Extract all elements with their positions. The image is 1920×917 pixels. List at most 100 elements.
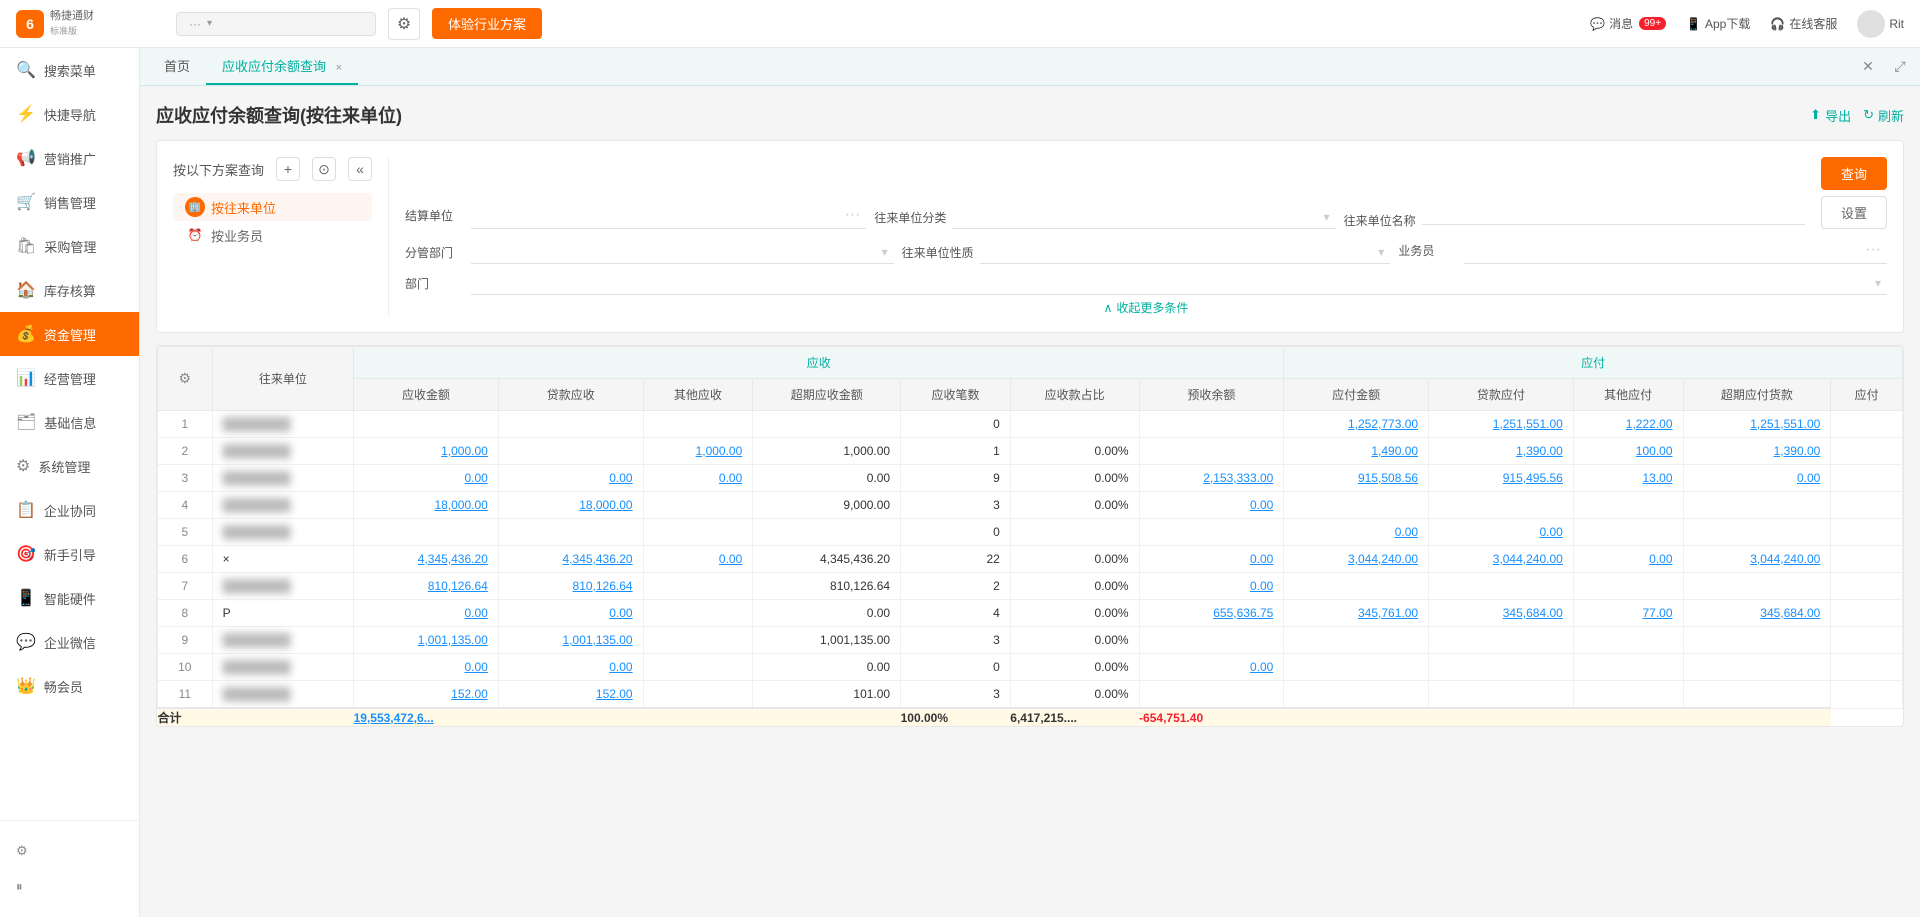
tab-current[interactable]: 应收应付余额查询 × [206,48,358,85]
logo-area: 6 畅捷通财 标准版 [16,10,156,38]
filter-label-partner-cat: 往来单位分类 [874,209,946,226]
footer-ar-total[interactable]: 19,553,472,6... [354,708,499,726]
export-icon: ⬆ [1810,107,1821,123]
row-partner: ████████ [212,438,353,465]
th-settings[interactable]: ⚙ [158,347,213,411]
partner-name-input[interactable] [1422,216,1805,225]
collapse-button[interactable]: ∧ 收起更多条件 [405,299,1887,316]
sidebar-bottom-settings[interactable]: ⚙ [0,833,139,869]
breadcrumb-text: ··· [189,17,201,31]
add-scheme-btn[interactable]: + [276,157,300,181]
sidebar-label-inventory: 库存核算 [44,281,96,300]
avatar [1857,10,1885,38]
query-button[interactable]: 查询 [1821,157,1887,190]
scheme-partner[interactable]: 🏢 按往来单位 [173,193,372,221]
scheme-salesperson-icon: ⏰ [185,225,205,245]
sidebar-item-system[interactable]: ⚙系统管理 [0,444,139,488]
refresh-button[interactable]: ↻ 刷新 [1863,106,1904,125]
th-ar-overdue: 超期应收金额 [753,379,901,411]
sidebar-icon-wechat: 💬 [16,632,36,652]
scheme-partner-label: 按往来单位 [211,198,276,217]
data-table: ⚙ 往来单位 应收 应付 应收金额 贷款应收 其他应收 超期应收金额 应收笔数 … [157,346,1903,726]
sidebar-bottom-pause[interactable]: ⏸ [0,869,139,905]
sidebar-item-hardware[interactable]: 📱智能硬件 [0,576,139,620]
settlement-unit-input[interactable]: ··· [471,202,866,229]
row-idx: 8 [158,600,213,627]
sidebar-label-wechat: 企业微信 [44,633,96,652]
sidebar-item-basic[interactable]: 🗂基础信息 [0,400,139,444]
sidebar-label-guide: 新手引导 [44,545,96,564]
row-partner: ████████ [212,519,353,546]
tab-bar: 首页 应收应付余额查询 × ✕ ⤢ [140,48,1920,86]
trial-button[interactable]: 体验行业方案 [432,8,542,39]
sidebar-item-wechat[interactable]: 💬 企业微信 [0,620,139,664]
footer-ap-overdue [1573,708,1683,726]
filter-area: 按以下方案查询 + ⊙ « 🏢 按往来单位 ⏰ 按业务员 [156,140,1904,333]
tab-close-window[interactable]: ✕ [1856,55,1880,79]
message-icon: 💬 [1590,17,1605,31]
collapse-scheme-btn[interactable]: « [348,157,372,181]
user-area[interactable]: Rit [1857,10,1904,38]
breadcrumb-area[interactable]: ··· ▾ [176,12,376,36]
scheme-salesperson[interactable]: ⏰ 按业务员 [173,221,372,249]
footer-ap-total: -654,751.40 [1139,708,1284,726]
th-ap-amount: 应付金额 [1284,379,1429,411]
headset-icon: 🎧 [1770,17,1785,31]
settings-icon-btn[interactable]: ⚙ [388,8,420,40]
footer-ap-loan [1284,708,1429,726]
subdept-select[interactable]: ▾ [471,272,1887,295]
sidebar-icon-quick: ⚡ [16,104,36,124]
export-button[interactable]: ⬆ 导出 [1810,106,1851,125]
page-content: 应收应付余额查询(按往来单位) ⬆ 导出 ↻ 刷新 按以下方案查询 [140,86,1920,917]
sidebar-item-quick[interactable]: ⚡快捷导航 [0,92,139,136]
sidebar-icon-inventory: 🏠 [16,280,36,300]
sidebar-item-member[interactable]: 👑畅会员 [0,664,139,708]
refresh-icon: ↻ [1863,107,1874,123]
settings-button[interactable]: 设置 [1821,196,1887,229]
th-ar-loan: 贷款应收 [498,379,643,411]
download-btn[interactable]: 📱 App下载 [1686,15,1750,32]
sidebar: 🔍搜索菜单⚡快捷导航📢营销推广🛒销售管理🛍采购管理 🏠 库存核算 💰资金管理📊经营管理… [0,48,140,917]
row-partner: ████████ [212,411,353,438]
partner-category-select[interactable]: ▾ [952,206,1335,229]
th-ar-amount: 应收金额 [354,379,499,411]
row-idx: 9 [158,627,213,654]
footer-ar-ratio: 100.00% [901,708,1011,726]
sidebar-item-fund[interactable]: 💰资金管理 [0,312,139,356]
row-idx: 7 [158,573,213,600]
tab-close-icon[interactable]: × [336,62,342,74]
th-ar-other: 其他应收 [643,379,753,411]
sidebar-item-purchase[interactable]: 🛍采购管理 [0,224,139,268]
filter-partner-name: 往来单位名称 [1344,212,1805,229]
service-btn[interactable]: 🎧 在线客服 [1770,15,1837,32]
dept-select[interactable]: ▾ [471,241,894,264]
sidebar-item-guide[interactable]: 🎯 新手引导 [0,532,139,576]
sidebar-item-sales[interactable]: 🛒销售管理 [0,180,139,224]
tab-controls: ✕ ⤢ [1856,55,1912,79]
salesperson-input[interactable]: ··· [1464,237,1887,264]
footer-ap-col5 [1683,708,1831,726]
tab-expand[interactable]: ⤢ [1888,55,1912,79]
table-row: 5 ████████ 0 0.00 0.00 [158,519,1903,546]
sidebar-icon-guide: 🎯 [16,544,36,564]
pause-icon: ⏸ [16,879,23,895]
th-ar-count: 应收笔数 [901,379,1011,411]
tab-home[interactable]: 首页 [148,48,206,85]
messages-btn[interactable]: 💬 消息 99+ [1590,15,1666,32]
sidebar-label-system: 系统管理 [38,457,90,476]
chevron-down-icon: ▾ [207,18,212,29]
logo-text: 畅捷通财 [50,10,94,23]
partner-nature-select[interactable]: ▾ [980,241,1391,264]
edit-scheme-btn[interactable]: ⊙ [312,157,336,181]
sidebar-item-search[interactable]: 🔍搜索菜单 [0,48,139,92]
row-partner: ████████ [212,654,353,681]
footer-ar-loan [498,708,643,726]
th-ap-other: 其他应付 [1573,379,1683,411]
row-partner: ████████ [212,627,353,654]
row-idx: 4 [158,492,213,519]
sidebar-item-operations[interactable]: 📊经营管理 [0,356,139,400]
sidebar-item-inventory[interactable]: 🏠 库存核算 [0,268,139,312]
sidebar-item-collab[interactable]: 📋企业协同 [0,488,139,532]
sidebar-item-marketing[interactable]: 📢营销推广 [0,136,139,180]
sidebar-bottom: ⚙ ⏸ [0,820,139,917]
